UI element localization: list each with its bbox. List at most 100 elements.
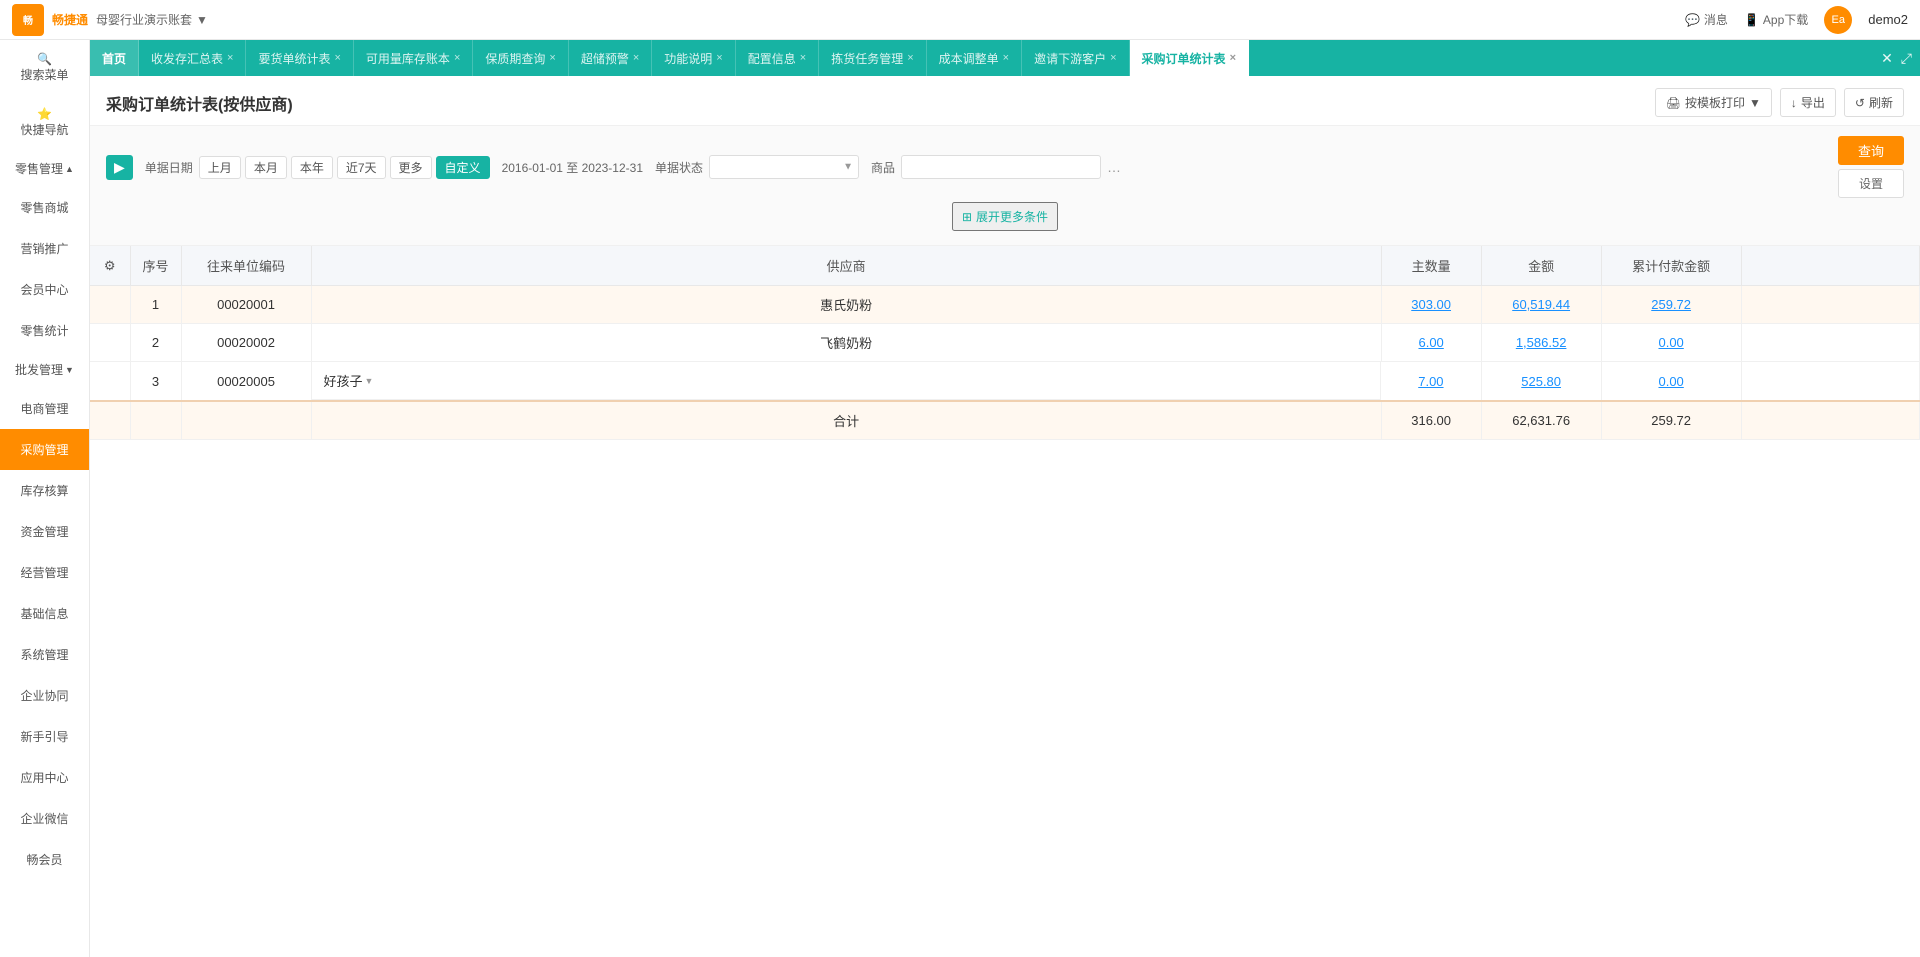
tab-home[interactable]: 首页: [90, 40, 139, 76]
sidebar-item-wholesale[interactable]: 批发管理 ▼: [0, 351, 89, 388]
close-all-tabs-icon[interactable]: ✕: [1881, 50, 1893, 67]
message-button[interactable]: 💬 消息: [1685, 11, 1728, 28]
col-index-header: 序号: [130, 246, 181, 286]
row1-index: 1: [130, 286, 181, 324]
sidebar-item-retail-shop[interactable]: 零售商城: [0, 187, 89, 228]
app-download-button[interactable]: 📱 App下载: [1744, 11, 1808, 28]
tab-config[interactable]: 配置信息 ×: [736, 40, 819, 76]
sidebar-item-operations[interactable]: 经营管理: [0, 552, 89, 593]
date-filter-label: 单据日期: [145, 159, 193, 176]
sidebar-item-wechat[interactable]: 企业微信: [0, 798, 89, 839]
row2-code: 00020002: [181, 324, 311, 362]
tab-function-desc[interactable]: 功能说明 ×: [652, 40, 735, 76]
table-row: 1 00020001 惠氏奶粉 303.00 60,519.44 259.72: [90, 286, 1920, 324]
maximize-icon[interactable]: ⤢: [1901, 50, 1912, 67]
workspace-name: 母婴行业演示账套: [96, 11, 192, 28]
refresh-button[interactable]: ↺ 刷新: [1844, 88, 1904, 117]
top-bar: 畅 畅捷通 母婴行业演示账套 ▼ 💬 消息 📱 App下载 Ea demo2: [0, 0, 1920, 40]
row1-settings: [90, 286, 130, 324]
top-bar-left: 畅 畅捷通 母婴行业演示账套 ▼: [12, 4, 208, 36]
sidebar-item-appcenter[interactable]: 应用中心: [0, 757, 89, 798]
sidebar-item-member[interactable]: 会员中心: [0, 269, 89, 310]
table-settings-icon[interactable]: ⚙: [104, 258, 116, 273]
sidebar-item-finance[interactable]: 资金管理: [0, 511, 89, 552]
tab-purchase-order-stats[interactable]: 采购订单统计表 ×: [1130, 40, 1249, 76]
sidebar-item-marketing[interactable]: 营销推广: [0, 228, 89, 269]
sidebar-item-shortcut[interactable]: ⭐ 快捷导航: [0, 95, 89, 150]
print-button[interactable]: 🖨 按模板打印 ▼: [1655, 88, 1772, 117]
row2-amount: 1,586.52: [1481, 324, 1601, 362]
row1-code: 00020001: [181, 286, 311, 324]
footer-extra: [1741, 401, 1919, 440]
sidebar-item-search[interactable]: 🔍 搜索菜单: [0, 40, 89, 95]
retail-expand-icon: ▲: [65, 164, 74, 174]
settings-button[interactable]: 设置: [1838, 169, 1904, 198]
tab-purchase-stats-close[interactable]: ×: [334, 52, 340, 64]
purchase-orders-table: ⚙ 序号 往来单位编码 供应商 主数量 金额 累计付款金额: [90, 246, 1920, 440]
print-arrow-icon: ▼: [1749, 96, 1761, 110]
tab-warranty-close[interactable]: ×: [549, 52, 555, 64]
tab-function-desc-close[interactable]: ×: [716, 52, 722, 64]
sidebar-item-ecommerce[interactable]: 电商管理: [0, 388, 89, 429]
tab-invite-downstream[interactable]: 邀请下游客户 ×: [1022, 40, 1129, 76]
print-icon: 🖨: [1666, 96, 1681, 110]
goods-more-button[interactable]: …: [1107, 159, 1121, 175]
tab-cost-adjust-label: 成本调整单: [939, 50, 999, 67]
sidebar-item-retail-stats[interactable]: 零售统计: [0, 310, 89, 351]
tab-inventory-account-close[interactable]: ×: [454, 52, 460, 64]
table-header-row: ⚙ 序号 往来单位编码 供应商 主数量 金额 累计付款金额: [90, 246, 1920, 286]
row3-code: 00020005: [181, 362, 311, 402]
date-range-display: 2016-01-01 至 2023-12-31: [502, 159, 643, 176]
sidebar: 🔍 搜索菜单 ⭐ 快捷导航 零售管理 ▲ 零售商城 营销推广 会员中心 零售统计…: [0, 40, 90, 957]
table-row: 3 00020005 好孩子▼ 7.00 525.80 0.00: [90, 362, 1920, 402]
tab-pick-task-close[interactable]: ×: [907, 52, 913, 64]
message-icon: 💬: [1685, 13, 1700, 27]
row1-supplier: 惠氏奶粉: [311, 286, 1381, 324]
tab-purchase-order-stats-close[interactable]: ×: [1230, 52, 1236, 64]
tab-overstock[interactable]: 超储预警 ×: [569, 40, 652, 76]
sidebar-item-basic[interactable]: 基础信息: [0, 593, 89, 634]
filter-row-1: ▶ 单据日期 上月 本月 本年 近7天 更多 自定义 2016-0: [106, 136, 1904, 198]
date-shortcut-this-year[interactable]: 本年: [291, 156, 333, 179]
tab-overstock-close[interactable]: ×: [633, 52, 639, 64]
tab-function-desc-label: 功能说明: [664, 50, 712, 67]
filter-toggle-button[interactable]: ▶: [106, 155, 133, 180]
sidebar-item-inventory[interactable]: 库存核算: [0, 470, 89, 511]
search-button[interactable]: 查询: [1838, 136, 1904, 165]
sidebar-item-vip[interactable]: 畅会员: [0, 839, 89, 880]
sidebar-item-enterprise[interactable]: 企业协同: [0, 675, 89, 716]
row2-qty: 6.00: [1381, 324, 1481, 362]
sidebar-item-system[interactable]: 系统管理: [0, 634, 89, 675]
date-custom-button[interactable]: 自定义: [436, 156, 490, 179]
tab-receive-summary[interactable]: 收发存汇总表 ×: [139, 40, 246, 76]
goods-filter-input[interactable]: [901, 155, 1101, 179]
tab-inventory-account[interactable]: 可用量库存账本 ×: [354, 40, 473, 76]
col-supplier-header: 供应商: [311, 246, 1381, 286]
date-shortcut-7days[interactable]: 近7天: [337, 156, 386, 179]
user-avatar[interactable]: Ea: [1824, 6, 1852, 34]
footer-settings: [90, 401, 130, 440]
date-shortcut-last-month[interactable]: 上月: [199, 156, 241, 179]
tab-cost-adjust[interactable]: 成本调整单 ×: [927, 40, 1022, 76]
page-content: 采购订单统计表(按供应商) 🖨 按模板打印 ▼ ↓ 导出 ↺ 刷新: [90, 76, 1920, 957]
sidebar-item-retail[interactable]: 零售管理 ▲: [0, 150, 89, 187]
row3-supplier: 好孩子▼: [312, 362, 1382, 400]
export-button[interactable]: ↓ 导出: [1780, 88, 1836, 117]
tab-cost-adjust-close[interactable]: ×: [1003, 52, 1009, 64]
status-select[interactable]: [709, 155, 859, 179]
expand-more-button[interactable]: ⊞ 展开更多条件: [952, 202, 1058, 231]
date-shortcut-more[interactable]: 更多: [390, 156, 432, 179]
row3-extra: [1741, 362, 1919, 402]
date-shortcut-this-month[interactable]: 本月: [245, 156, 287, 179]
tab-receive-summary-close[interactable]: ×: [227, 52, 233, 64]
tab-invite-downstream-close[interactable]: ×: [1110, 52, 1116, 64]
workspace-selector[interactable]: 母婴行业演示账套 ▼: [96, 11, 208, 28]
tab-pick-task[interactable]: 拣货任务管理 ×: [819, 40, 926, 76]
sidebar-item-newbie[interactable]: 新手引导: [0, 716, 89, 757]
sidebar-item-purchase[interactable]: 采购管理: [0, 429, 89, 470]
app-logo: 畅: [12, 4, 44, 36]
tab-purchase-stats[interactable]: 要货单统计表 ×: [246, 40, 353, 76]
col-settings-header[interactable]: ⚙: [90, 246, 130, 286]
tab-config-close[interactable]: ×: [800, 52, 806, 64]
tab-warranty[interactable]: 保质期查询 ×: [473, 40, 568, 76]
